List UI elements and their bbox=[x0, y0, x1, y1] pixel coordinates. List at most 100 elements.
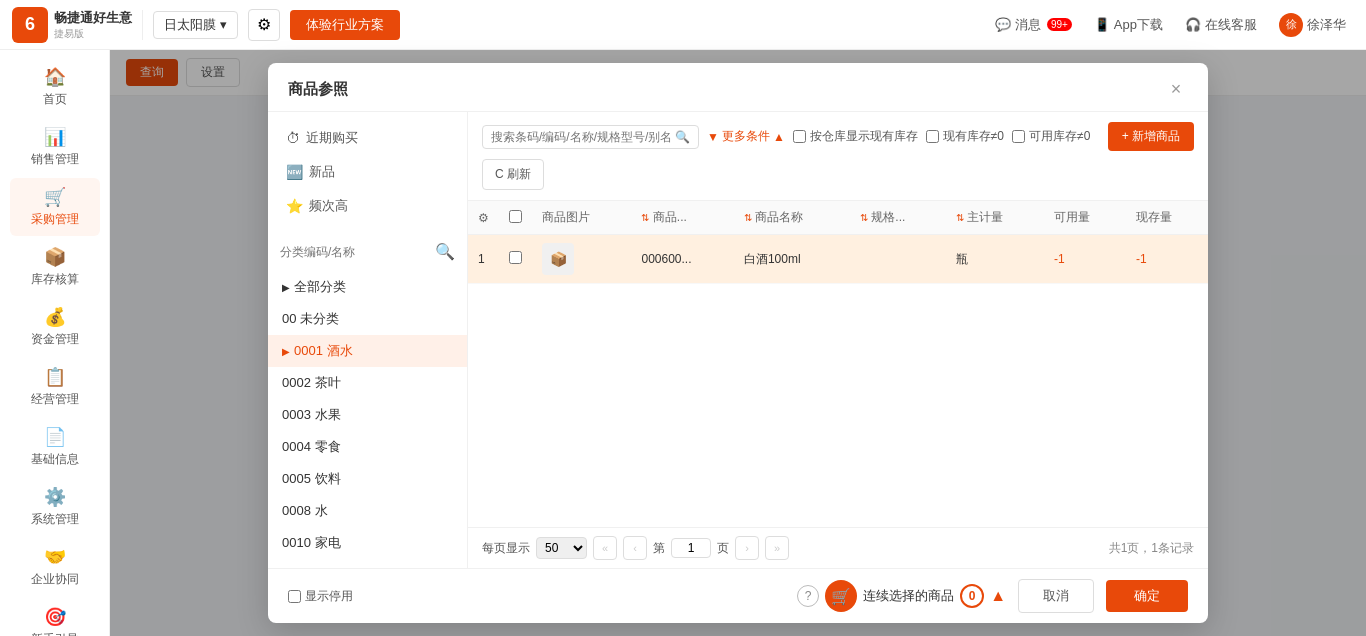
product-table-wrap: ⚙ 商品图片 ⇅ 商品... bbox=[468, 201, 1208, 527]
category-all[interactable]: ▶ 全部分类 bbox=[268, 271, 467, 303]
nav-store-dropdown[interactable]: 日太阳膜 ▾ bbox=[153, 11, 238, 39]
next-page-btn[interactable]: › bbox=[735, 536, 759, 560]
recent-icon: ⏱ bbox=[286, 130, 300, 146]
category-0002[interactable]: 0002 茶叶 bbox=[268, 367, 467, 399]
page-number-input[interactable] bbox=[671, 538, 711, 558]
sidebar-item-finance[interactable]: 💰 资金管理 bbox=[10, 298, 100, 356]
product-search-box: 🔍 bbox=[482, 125, 699, 149]
col-code[interactable]: ⇅ 商品... bbox=[631, 201, 733, 235]
modal-overlay: 商品参照 × ⏱ 近期购买 🆕 bbox=[110, 50, 1366, 636]
category-0004[interactable]: 0004 零食 bbox=[268, 431, 467, 463]
col-name[interactable]: ⇅ 商品名称 bbox=[734, 201, 850, 235]
checkbox-current-stock[interactable]: 现有库存≠0 bbox=[926, 128, 1004, 145]
help-icon[interactable]: ? bbox=[797, 585, 819, 607]
col-spec[interactable]: ⇅ 规格... bbox=[850, 201, 946, 235]
select-all-checkbox[interactable] bbox=[509, 210, 522, 223]
disabled-checkbox[interactable] bbox=[288, 590, 301, 603]
col-unit[interactable]: ⇅ 主计量 bbox=[946, 201, 1045, 235]
col-stock: 现存量 bbox=[1126, 201, 1208, 235]
category-0001[interactable]: ▶ 0001 酒水 bbox=[268, 335, 467, 367]
col-available: 可用量 bbox=[1044, 201, 1126, 235]
settings-icon[interactable]: ⚙ bbox=[248, 9, 280, 41]
sidebar-item-system[interactable]: ⚙️ 系统管理 bbox=[10, 478, 100, 536]
search-icon[interactable]: 🔍 bbox=[435, 242, 455, 261]
logo-area: 6 畅捷通好生意 捷易版 bbox=[12, 7, 132, 43]
expand-arrow-icon: ▶ bbox=[282, 282, 290, 293]
row-spec bbox=[850, 235, 946, 284]
confirm-btn[interactable]: 确定 bbox=[1106, 580, 1188, 612]
trial-btn[interactable]: 体验行业方案 bbox=[290, 10, 400, 40]
row-select-checkbox[interactable] bbox=[509, 251, 522, 264]
add-product-btn[interactable]: + 新增商品 bbox=[1108, 122, 1194, 151]
modal-left-panel: ⏱ 近期购买 🆕 新品 ⭐ 频次高 bbox=[268, 112, 468, 568]
message-icon: 💬 bbox=[995, 17, 1011, 32]
cart-area: ? 🛒 连续选择的商品 0 ▲ bbox=[797, 580, 1006, 612]
pagination-bar: 每页显示 50 100 « ‹ 第 页 › » 共 bbox=[468, 527, 1208, 568]
show-disabled-checkbox[interactable]: 显示停用 bbox=[288, 588, 353, 605]
main-content: 查询 设置 商品参照 × ⏱ bbox=[110, 50, 1366, 636]
prev-page-btn[interactable]: ‹ bbox=[623, 536, 647, 560]
cart-btn[interactable]: 🛒 bbox=[825, 580, 857, 612]
category-0010[interactable]: 0010 家电 bbox=[268, 527, 467, 559]
tab-new-products[interactable]: 🆕 新品 bbox=[276, 156, 459, 188]
modal-body: ⏱ 近期购买 🆕 新品 ⭐ 频次高 bbox=[268, 112, 1208, 568]
tab-recent-purchase[interactable]: ⏱ 近期购买 bbox=[276, 122, 459, 154]
col-checkbox[interactable] bbox=[499, 201, 532, 235]
page-unit: 页 bbox=[717, 540, 729, 557]
app-download-btn[interactable]: 📱 App下载 bbox=[1086, 12, 1171, 38]
avatar: 徐 bbox=[1279, 13, 1303, 37]
sidebar-item-guide[interactable]: 🎯 新手引导 bbox=[10, 598, 100, 636]
sidebar-item-operations[interactable]: 📋 经营管理 bbox=[10, 358, 100, 416]
table-header-row: ⚙ 商品图片 ⇅ 商品... bbox=[468, 201, 1208, 235]
sidebar-item-basic-info[interactable]: 📄 基础信息 bbox=[10, 418, 100, 476]
modal-close-btn[interactable]: × bbox=[1164, 77, 1188, 101]
purchase-icon: 🛒 bbox=[44, 186, 66, 208]
category-0003[interactable]: 0003 水果 bbox=[268, 399, 467, 431]
category-0008[interactable]: 0008 水 bbox=[268, 495, 467, 527]
product-table: ⚙ 商品图片 ⇅ 商品... bbox=[468, 201, 1208, 284]
new-icon: 🆕 bbox=[286, 164, 303, 180]
first-page-btn[interactable]: « bbox=[593, 536, 617, 560]
sidebar-item-purchase[interactable]: 🛒 采购管理 bbox=[10, 178, 100, 236]
col-settings[interactable]: ⚙ bbox=[468, 201, 499, 235]
cancel-btn[interactable]: 取消 bbox=[1018, 579, 1094, 613]
product-search-input[interactable] bbox=[491, 130, 671, 144]
search-icon[interactable]: 🔍 bbox=[675, 130, 690, 144]
user-btn[interactable]: 徐 徐泽华 bbox=[1271, 9, 1354, 41]
refresh-btn[interactable]: C 刷新 bbox=[482, 159, 544, 190]
online-service-btn[interactable]: 🎧 在线客服 bbox=[1177, 12, 1265, 38]
sidebar-item-inventory[interactable]: 📦 库存核算 bbox=[10, 238, 100, 296]
available-stock-checkbox[interactable] bbox=[1012, 130, 1025, 143]
row-checkbox[interactable] bbox=[499, 235, 532, 284]
category-00[interactable]: 00 未分类 bbox=[268, 303, 467, 335]
row-available: -1 bbox=[1044, 235, 1126, 284]
more-filter-btn[interactable]: ▼ 更多条件 ▲ bbox=[707, 128, 785, 145]
category-0005[interactable]: 0005 饮料 bbox=[268, 463, 467, 495]
star-icon: ⭐ bbox=[286, 198, 303, 214]
sidebar-item-enterprise[interactable]: 🤝 企业协同 bbox=[10, 538, 100, 596]
enterprise-icon: 🤝 bbox=[44, 546, 66, 568]
row-name: 白酒100ml bbox=[734, 235, 850, 284]
home-icon: 🏠 bbox=[44, 66, 66, 88]
category-search-input[interactable] bbox=[280, 245, 431, 259]
product-reference-modal: 商品参照 × ⏱ 近期购买 🆕 bbox=[268, 63, 1208, 623]
sidebar-item-sales[interactable]: 📊 销售管理 bbox=[10, 118, 100, 176]
collapse-icon[interactable]: ▲ bbox=[990, 587, 1006, 605]
table-row[interactable]: 1 📦 000600... 白酒100ml 瓶 bbox=[468, 235, 1208, 284]
basic-info-icon: 📄 bbox=[44, 426, 66, 448]
row-img: 📦 bbox=[532, 235, 631, 284]
cart-count: 0 bbox=[960, 584, 984, 608]
checkbox-available-stock[interactable]: 可用库存≠0 bbox=[1012, 128, 1090, 145]
page-label: 第 bbox=[653, 540, 665, 557]
modal-footer: 显示停用 ? 🛒 连续选择的商品 0 ▲ 取消 确定 bbox=[268, 568, 1208, 623]
modal-left-tabs: ⏱ 近期购买 🆕 新品 ⭐ 频次高 bbox=[268, 122, 467, 222]
sidebar-item-home[interactable]: 🏠 首页 bbox=[10, 58, 100, 116]
messages-btn[interactable]: 💬 消息 99+ bbox=[987, 12, 1080, 38]
warehouse-stock-checkbox[interactable] bbox=[793, 130, 806, 143]
last-page-btn[interactable]: » bbox=[765, 536, 789, 560]
tab-high-frequency[interactable]: ⭐ 频次高 bbox=[276, 190, 459, 222]
per-page-select[interactable]: 50 100 bbox=[536, 537, 587, 559]
checkbox-warehouse-stock[interactable]: 按仓库显示现有库存 bbox=[793, 128, 918, 145]
current-stock-checkbox[interactable] bbox=[926, 130, 939, 143]
row-index: 1 bbox=[468, 235, 499, 284]
